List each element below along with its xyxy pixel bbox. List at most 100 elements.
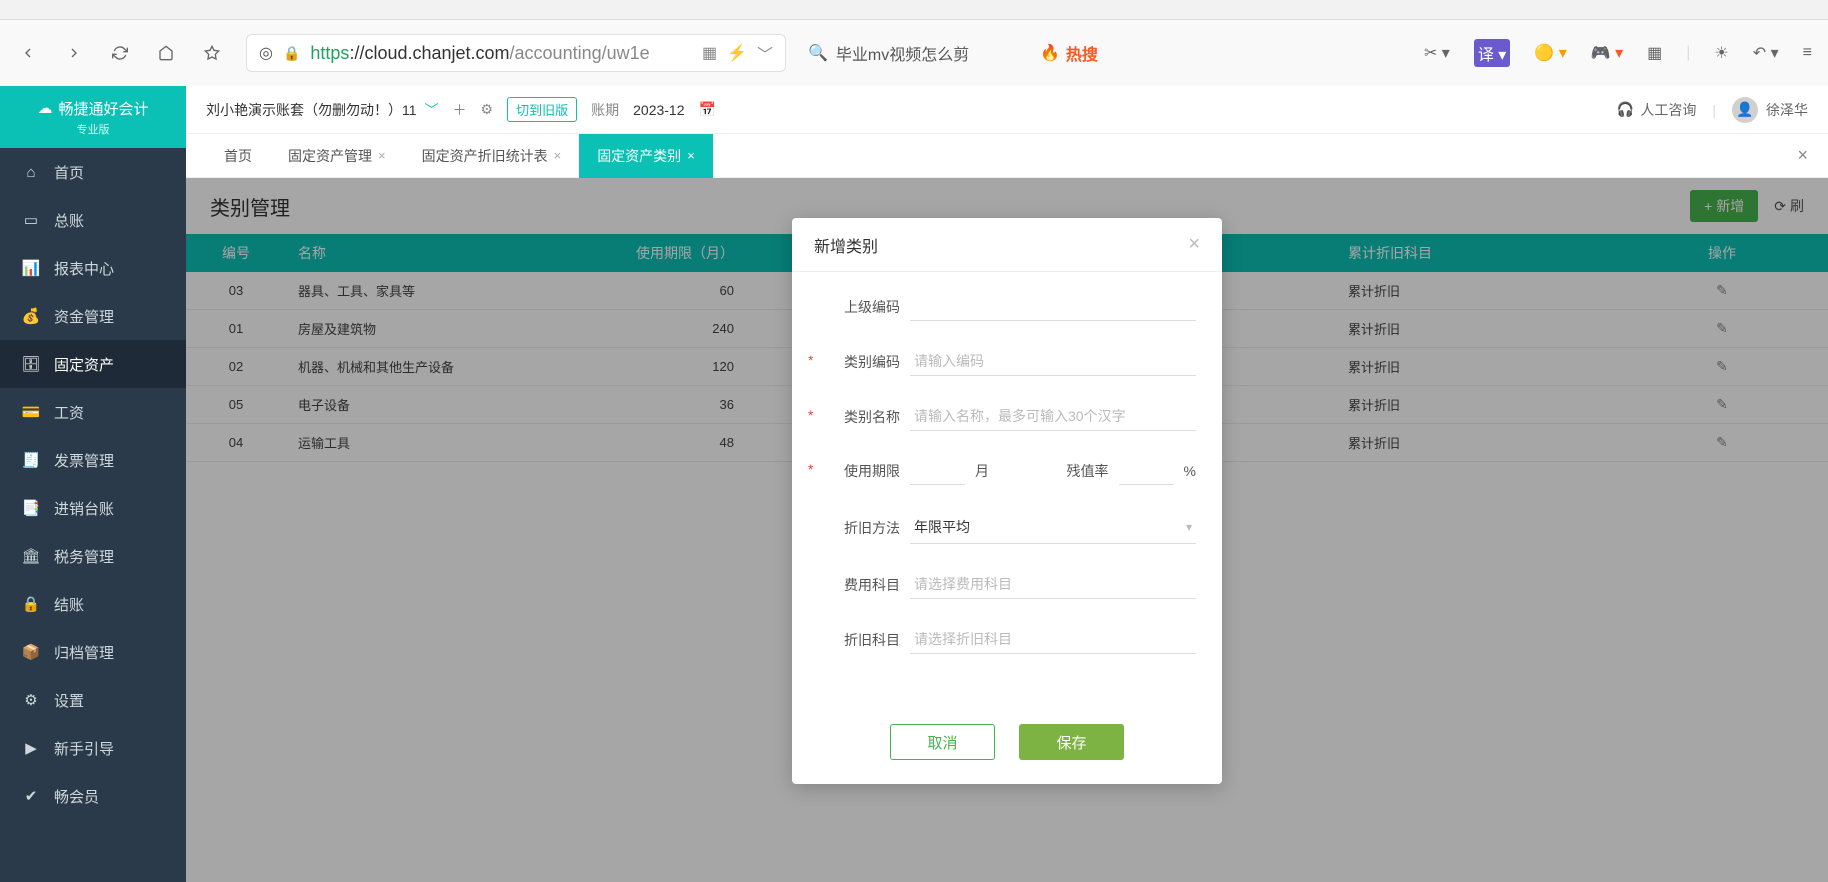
url-bar[interactable]: ◎ 🔒 https://cloud.chanjet.com/accounting… (246, 34, 786, 72)
back-icon[interactable] (16, 41, 40, 65)
sidebar-item-label: 工资 (54, 402, 84, 423)
app-topbar: 刘小艳演示账套（勿删勿动！）11 ﹀ ＋ ⚙ 切到旧版 账期 2023-12 📅… (186, 86, 1828, 134)
inout-icon: 📑 (22, 499, 40, 517)
label-method: 折旧方法 (818, 518, 900, 538)
close-all-icon[interactable]: × (1797, 145, 1808, 166)
sidebar-item-asset[interactable]: 🗄 固定资产 (0, 340, 186, 388)
page-content: 类别管理 + 新增 ⟳ 刷 编号 名称 使用期限（月） (186, 178, 1828, 882)
translate-icon[interactable]: 译 ▾ (1474, 39, 1510, 67)
sidebar-item-tax[interactable]: 🏛 税务管理 (0, 532, 186, 580)
sidebar-item-fund[interactable]: 💰资金管理 (0, 292, 186, 340)
method-select[interactable]: 年限平均 ▾ (910, 511, 1196, 544)
sidebar-item-archive[interactable]: 📦 归档管理 (0, 628, 186, 676)
coin-icon[interactable]: 🟡 ▾ (1534, 43, 1566, 63)
url-text: https://cloud.chanjet.com/accounting/uw1… (310, 43, 649, 64)
undo-icon[interactable]: ↶ ▾ (1753, 43, 1779, 63)
sidebar-item-close[interactable]: 🔒结账 (0, 580, 186, 628)
period-value[interactable]: 2023-12 (633, 102, 684, 118)
modal-title: 新增类别 (814, 233, 878, 257)
scissors-icon[interactable]: ✂ ▾ (1424, 43, 1450, 63)
account-selector[interactable]: 刘小艳演示账套（勿删勿动！）11 ﹀ (206, 100, 439, 120)
sun-icon[interactable]: ☀ (1714, 43, 1728, 63)
main-area: 刘小艳演示账套（勿删勿动！）11 ﹀ ＋ ⚙ 切到旧版 账期 2023-12 📅… (186, 86, 1828, 882)
sidebar-item-guide[interactable]: ▶新手引导 (0, 724, 186, 772)
chart-icon: 📊 (22, 259, 40, 277)
sidebar-item-salary[interactable]: 💳 工资 (0, 388, 186, 436)
tab[interactable]: 固定资产折旧统计表× (404, 134, 580, 178)
asset-icon: 🗄 (22, 355, 40, 373)
site-identity-icon: ◎ (259, 43, 273, 63)
sidebar-item-label: 畅会员 (54, 786, 99, 807)
tab[interactable]: 固定资产类别× (579, 134, 713, 178)
sidebar-item-invoice[interactable]: 🧾发票管理 (0, 436, 186, 484)
calendar-icon[interactable]: 📅 (699, 101, 716, 118)
sidebar-item-chart[interactable]: 📊 报表中心 (0, 244, 186, 292)
forward-icon[interactable] (62, 41, 86, 65)
label-rate: 残值率 (1067, 461, 1109, 481)
user-menu[interactable]: 👤 徐泽华 (1732, 97, 1808, 123)
reload-icon[interactable] (108, 41, 132, 65)
sidebar-item-label: 新手引导 (54, 738, 114, 759)
old-version-button[interactable]: 切到旧版 (507, 97, 577, 122)
archive-icon: 📦 (22, 643, 40, 661)
fire-icon: 🔥 (1040, 43, 1060, 63)
sidebar-item-label: 归档管理 (54, 642, 114, 663)
chevron-down-icon: ﹀ (425, 100, 439, 120)
close-icon[interactable]: × (378, 148, 386, 163)
support-link[interactable]: 🎧 人工咨询 (1617, 100, 1696, 120)
salary-icon: 💳 (22, 403, 40, 421)
menu-icon[interactable]: ≡ (1803, 44, 1812, 62)
code-input[interactable] (910, 347, 1196, 376)
sidebar-item-label: 总账 (54, 210, 84, 231)
period-label: 账期 (591, 100, 619, 120)
sidebar-item-label: 固定资产 (54, 354, 114, 375)
gear-icon: ⚙ (22, 691, 40, 709)
close-icon: 🔒 (22, 595, 40, 613)
sidebar-item-label: 首页 (54, 162, 84, 183)
home-icon[interactable] (154, 41, 178, 65)
rate-input[interactable] (1119, 457, 1174, 485)
hot-search[interactable]: 🔥 热搜 (1030, 37, 1108, 69)
name-input[interactable] (910, 402, 1196, 431)
cloud-icon: ☁ (37, 99, 52, 117)
tax-icon: 🏛 (22, 547, 40, 565)
sidebar-item-label: 税务管理 (54, 546, 114, 567)
search-box[interactable]: 🔍 毕业mv视频怎么剪 (808, 41, 1008, 65)
browser-tab-strip (0, 0, 1828, 20)
qr-icon[interactable]: ▦ (702, 43, 717, 63)
star-icon[interactable] (200, 41, 224, 65)
close-icon[interactable]: × (1188, 233, 1200, 256)
cost-account-input[interactable] (910, 570, 1196, 599)
sidebar-item-ledger[interactable]: ▭总账 (0, 196, 186, 244)
home-icon: ⌂ (22, 163, 40, 181)
tab[interactable]: 固定资产管理× (270, 134, 404, 178)
game-icon[interactable]: 🎮 ▾ (1591, 43, 1623, 63)
gear-icon[interactable]: ⚙ (481, 101, 494, 118)
sidebar-item-label: 进销台账 (54, 498, 114, 519)
rate-unit: % (1184, 463, 1196, 479)
search-icon: 🔍 (808, 43, 828, 63)
period-input[interactable] (910, 457, 965, 485)
sidebar-item-home[interactable]: ⌂ 首页 (0, 148, 186, 196)
chevron-down-icon[interactable]: ﹀ (757, 41, 773, 65)
sidebar-item-label: 发票管理 (54, 450, 114, 471)
cancel-button[interactable]: 取消 (890, 724, 995, 760)
close-icon[interactable]: × (554, 148, 562, 163)
close-icon[interactable]: × (687, 148, 695, 163)
apps-icon[interactable]: ▦ (1647, 43, 1662, 63)
save-button[interactable]: 保存 (1019, 724, 1124, 760)
bolt-icon[interactable]: ⚡ (727, 43, 747, 63)
sidebar-item-label: 报表中心 (54, 258, 114, 279)
app-logo[interactable]: ☁ 畅捷通好会计 专业版 (0, 86, 186, 148)
browser-toolbar: ◎ 🔒 https://cloud.chanjet.com/accounting… (0, 20, 1828, 86)
fund-icon: 💰 (22, 307, 40, 325)
plus-icon[interactable]: ＋ (453, 100, 467, 120)
parent-code-input[interactable] (910, 292, 1196, 321)
sidebar-item-inout[interactable]: 📑 进销台账 (0, 484, 186, 532)
tab[interactable]: 首页 (206, 134, 270, 178)
dep-account-input[interactable] (910, 625, 1196, 654)
sidebar-item-vip[interactable]: ✔畅会员 (0, 772, 186, 820)
avatar: 👤 (1732, 97, 1758, 123)
sidebar-item-gear[interactable]: ⚙设置 (0, 676, 186, 724)
search-text: 毕业mv视频怎么剪 (836, 41, 969, 65)
